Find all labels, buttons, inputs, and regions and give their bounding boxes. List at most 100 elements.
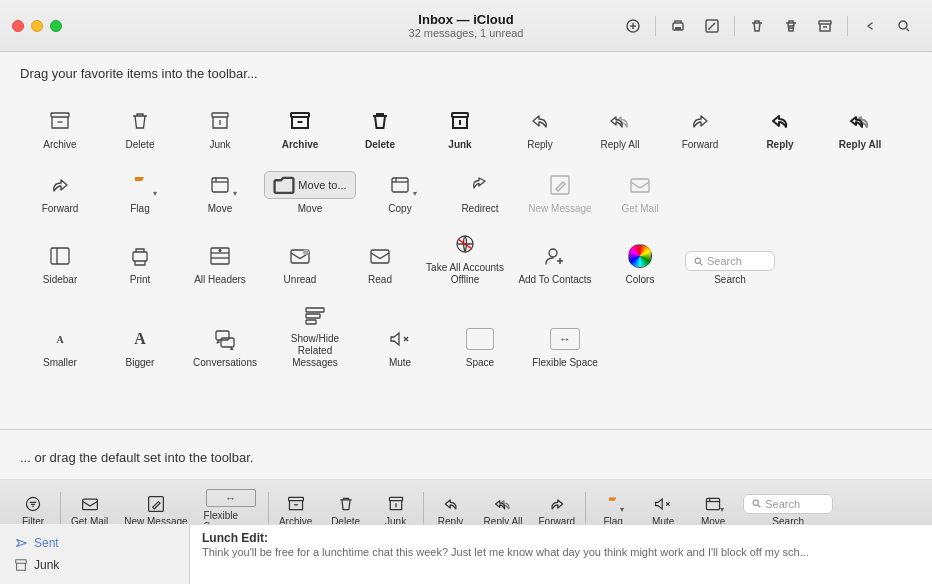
tool-unread[interactable]: Unread [260,223,340,290]
svg-point-27 [219,249,222,252]
tb-move-icon: ▾ [704,494,722,514]
tool-label: Junk [209,139,230,151]
tool-reply-light[interactable]: Reply [500,95,580,155]
tb-archive-icon [287,494,305,514]
tb-sep [60,492,61,528]
move-icon: ▾ [205,170,235,200]
tool-label: New Message [528,203,591,215]
tb-search-field[interactable]: Search [743,494,833,514]
svg-line-36 [700,263,702,265]
tool-mute[interactable]: Mute [360,294,440,373]
forward-light-icon [685,106,715,136]
tb-reply-all-icon [494,494,512,514]
tool-copy[interactable]: ▾ Copy [360,159,440,219]
colors-icon [625,241,655,271]
tool-new-message-gray[interactable]: New Message [520,159,600,219]
trash-icon[interactable] [741,10,773,42]
mail-body: Think you'll be free for a lunchtime cha… [202,545,920,560]
read-icon [365,241,395,271]
svg-rect-11 [51,113,69,117]
tool-read[interactable]: Read [340,223,420,290]
tool-delete-light[interactable]: Delete [100,95,180,155]
tool-archive-light[interactable]: Archive [20,95,100,155]
svg-rect-51 [389,497,402,500]
tool-print[interactable]: Print [100,223,180,290]
tool-reply-bold[interactable]: Reply [740,95,820,155]
svg-rect-17 [212,178,228,192]
tool-show-hide[interactable]: Show/Hide Related Messages [270,294,360,373]
tool-conversations[interactable]: Conversations [180,294,270,373]
archive-icon[interactable] [809,10,841,42]
tb-sep3 [423,492,424,528]
tool-move[interactable]: ▾ Move [180,159,260,219]
tool-reply-all-bold[interactable]: Reply All [820,95,900,155]
minimize-button[interactable] [31,20,43,32]
tool-sidebar[interactable]: Sidebar [20,223,100,290]
svg-rect-40 [306,314,320,318]
note-icon[interactable] [617,10,649,42]
tool-label: Forward [42,203,79,215]
tool-move-to[interactable]: Move to... Move [260,159,360,219]
close-button[interactable] [12,20,24,32]
tool-colors[interactable]: Colors [600,223,680,290]
tool-take-all-accounts[interactable]: Take All Accounts Offline [420,223,510,290]
sidebar-item-sent[interactable]: Sent [0,533,189,553]
tool-label: Copy [388,203,411,215]
tool-label: Flexible Space [532,357,598,369]
tool-flag[interactable]: ▾ Flag [100,159,180,219]
svg-rect-18 [392,178,408,192]
traffic-lights [12,20,62,32]
tool-label: Add To Contacts [518,274,591,286]
delete-icon[interactable] [775,10,807,42]
tool-archive-bold[interactable]: Archive [260,95,340,155]
tool-smaller[interactable]: A Smaller [20,294,100,373]
tool-label: Archive [43,139,76,151]
tool-bigger[interactable]: A Bigger [100,294,180,373]
svg-point-32 [549,249,557,257]
tool-forward2[interactable]: Forward [20,159,100,219]
drag-hint-bottom: ... or drag the default set into the too… [0,444,932,469]
tool-get-mail-gray[interactable]: Get Mail [600,159,680,219]
space-icon [465,324,495,354]
mute-icon [385,324,415,354]
tool-add-contacts[interactable]: Add To Contacts [510,223,600,290]
tool-junk-bold[interactable]: Junk [420,95,500,155]
title-bar: Inbox — iCloud 32 messages, 1 unread [0,0,932,52]
more-icon[interactable] [854,10,886,42]
junk-light-icon [205,106,235,136]
customize-area: Drag your favorite items into the toolba… [0,52,932,429]
tool-row-3: Sidebar Print All Headers [20,223,912,290]
bigger-icon: A [125,324,155,354]
svg-rect-12 [212,113,228,117]
compose-icon[interactable] [696,10,728,42]
sidebar-item-junk[interactable]: Junk [0,555,189,575]
divider [655,16,656,36]
tool-forward-light[interactable]: Forward [660,95,740,155]
search-icon[interactable] [888,10,920,42]
window-title-group: Inbox — iCloud 32 messages, 1 unread [409,12,524,39]
sidebar-sent-label: Sent [34,536,59,550]
flex-space-icon: ↔ [550,324,580,354]
reply-bold-icon [765,106,795,136]
delete-light-icon [125,106,155,136]
tool-space[interactable]: Space [440,294,520,373]
accounts-icon [450,229,480,259]
tool-all-headers[interactable]: All Headers [180,223,260,290]
tool-search[interactable]: Search Search [680,223,780,290]
svg-rect-20 [631,179,649,192]
tool-label: Take All Accounts Offline [424,262,506,286]
tool-label: Sidebar [43,274,77,286]
tool-reply-all-light[interactable]: Reply All [580,95,660,155]
add-contacts-icon [540,241,570,271]
tool-junk-light[interactable]: Junk [180,95,260,155]
tool-label: Search [714,274,746,286]
maximize-button[interactable] [50,20,62,32]
print-icon[interactable] [662,10,694,42]
tool-redirect[interactable]: Redirect [440,159,520,219]
tool-label: Redirect [461,203,498,215]
svg-point-35 [695,258,700,263]
junk-bold-icon [445,106,475,136]
tool-flex-space[interactable]: ↔ Flexible Space [520,294,610,373]
tb-forward-icon [548,494,566,514]
tool-delete-bold[interactable]: Delete [340,95,420,155]
